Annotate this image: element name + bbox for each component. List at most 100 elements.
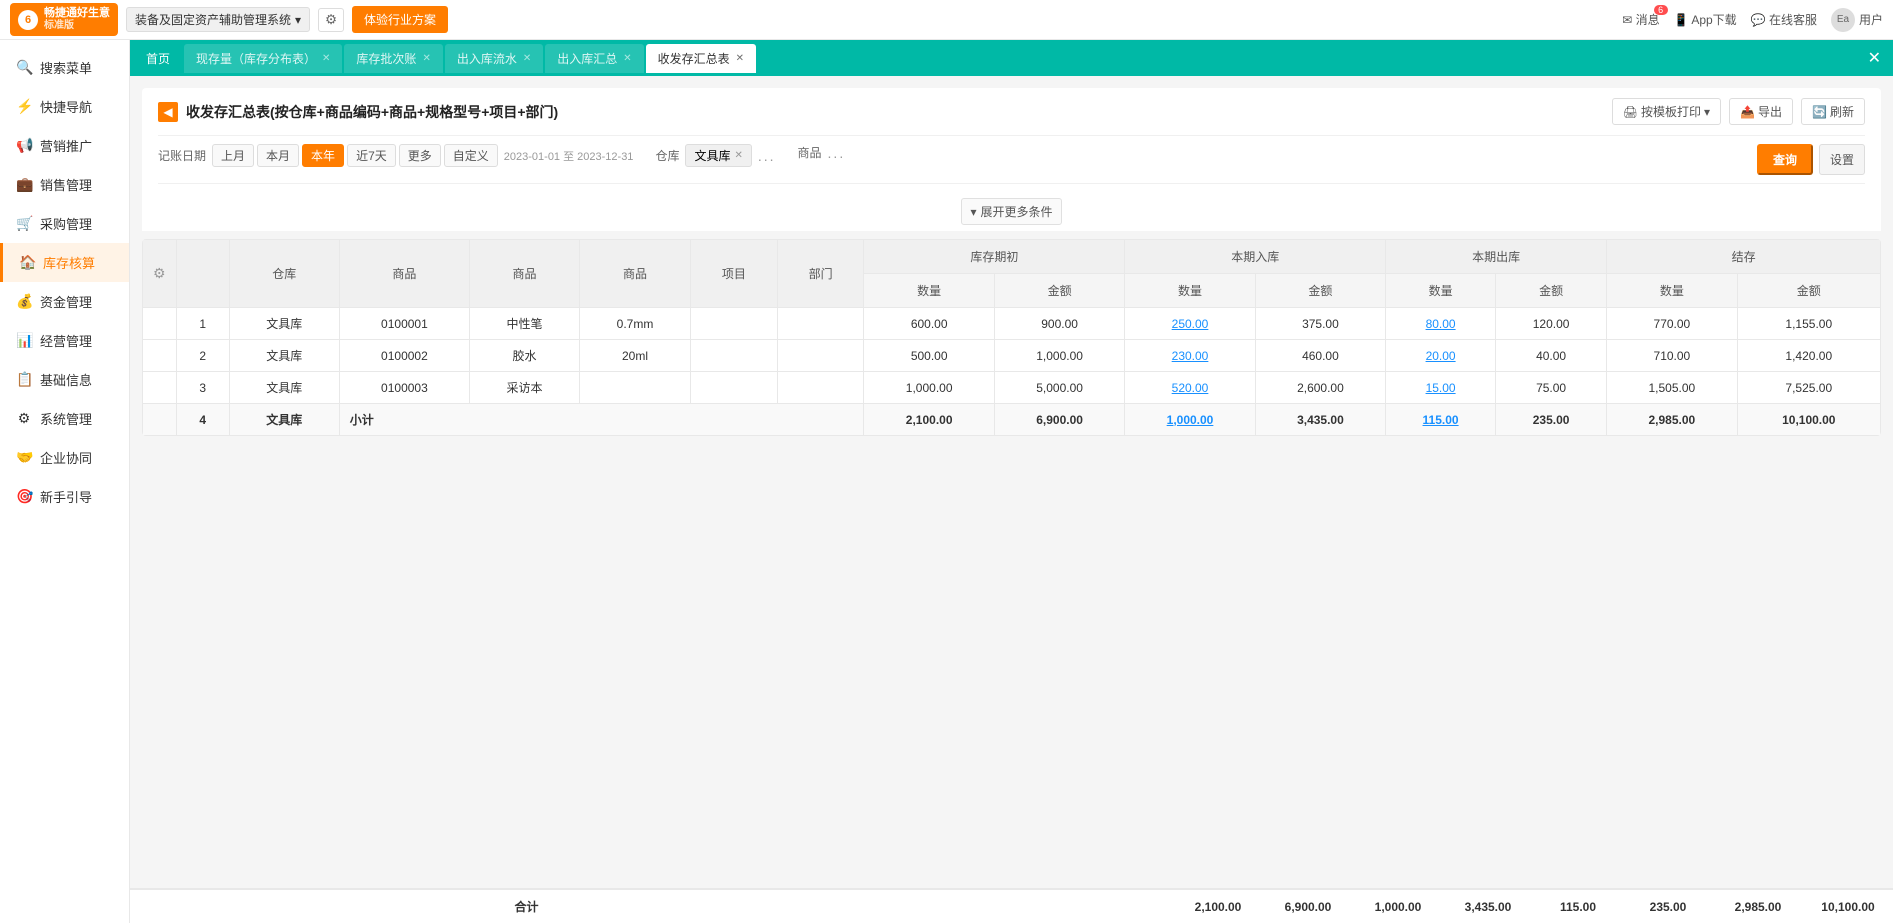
tab-stock-dist-label: 现存量（库存分布表） — [196, 50, 316, 67]
refresh-button[interactable]: 🔄 刷新 — [1801, 98, 1865, 125]
sidebar-item-newbie[interactable]: 🎯 新手引导 — [0, 477, 129, 516]
row-no: 1 — [176, 308, 229, 340]
message-label: 消息 — [1636, 13, 1660, 27]
settings-button[interactable]: ⚙ — [318, 8, 344, 32]
sidebar-item-inventory[interactable]: 🏠 库存核算 — [0, 243, 129, 282]
this-month-btn[interactable]: 本月 — [257, 144, 299, 167]
tab-batch-ledger-close[interactable]: ✕ — [422, 53, 430, 64]
query-button[interactable]: 查询 — [1757, 144, 1813, 175]
th-department: 部门 — [777, 240, 864, 308]
query-actions: 查询 设置 — [1757, 144, 1865, 175]
custom-date-btn[interactable]: 自定义 — [444, 144, 498, 167]
tab-recv-send-summary[interactable]: 收发存汇总表 ✕ — [646, 44, 756, 73]
row-in-qty[interactable]: 230.00 — [1125, 340, 1255, 372]
tab-inout-summary-close[interactable]: ✕ — [623, 53, 631, 64]
row-in-qty[interactable]: 250.00 — [1125, 308, 1255, 340]
row-out-amt: 40.00 — [1496, 340, 1607, 372]
tab-batch-ledger[interactable]: 库存批次账 ✕ — [344, 44, 442, 73]
product-more-btn[interactable]: ... — [828, 145, 846, 161]
row-out-qty[interactable]: 20.00 — [1386, 340, 1496, 372]
th-product-name: 商品 — [470, 240, 580, 308]
system-selector[interactable]: 装备及固定资产辅助管理系统 ▾ — [126, 7, 310, 32]
message-icon: ✉ — [1622, 13, 1632, 27]
row-opening-qty: 600.00 — [864, 308, 994, 340]
row-in-qty[interactable]: 520.00 — [1125, 372, 1255, 404]
column-settings-icon[interactable]: ⚙ — [153, 265, 166, 281]
th-product-code: 商品 — [339, 240, 469, 308]
out-qty-link[interactable]: 80.00 — [1426, 317, 1456, 331]
subtotal-in-qty[interactable]: 1,000.00 — [1125, 404, 1255, 436]
out-qty-link[interactable]: 15.00 — [1426, 381, 1456, 395]
row-out-qty[interactable]: 15.00 — [1386, 372, 1496, 404]
tab-recv-send-label: 收发存汇总表 — [658, 50, 730, 67]
tab-inout-summary[interactable]: 出入库汇总 ✕ — [545, 44, 643, 73]
sidebar-item-marketing[interactable]: 📢 营销推广 — [0, 126, 129, 165]
sidebar-item-label: 快捷导航 — [40, 97, 92, 116]
content-area: 首页 现存量（库存分布表） ✕ 库存批次账 ✕ 出入库流水 ✕ 出入库汇总 ✕ … — [130, 40, 1893, 923]
row-no: 3 — [176, 372, 229, 404]
more-date-btn[interactable]: 更多 — [399, 144, 441, 167]
sidebar-item-enterprise[interactable]: 🤝 企业协同 — [0, 438, 129, 477]
sidebar-item-base-info[interactable]: 📋 基础信息 — [0, 360, 129, 399]
subtotal-warehouse: 文具库 — [229, 404, 339, 436]
sidebar-item-finance[interactable]: 💰 资金管理 — [0, 282, 129, 321]
tab-home[interactable]: 首页 — [134, 44, 182, 73]
tab-stock-dist-close[interactable]: ✕ — [322, 53, 330, 64]
sidebar-item-system[interactable]: ⚙ 系统管理 — [0, 399, 129, 438]
app-download[interactable]: 📱 App下载 — [1674, 11, 1737, 28]
print-template-button[interactable]: 🖨 按模板打印 ▾ — [1612, 98, 1721, 125]
th-closing-amt: 金额 — [1737, 274, 1880, 308]
row-out-qty[interactable]: 80.00 — [1386, 308, 1496, 340]
search-icon: 🔍 — [16, 59, 32, 76]
last-7days-btn[interactable]: 近7天 — [347, 144, 396, 167]
date-range-display: 2023-01-01 至 2023-12-31 — [504, 148, 634, 164]
th-in-group: 本期入库 — [1125, 240, 1386, 274]
table-row: 3 文具库 0100003 采访本 1,000.00 5,000.00 520.… — [143, 372, 1881, 404]
user-area[interactable]: Ea 用户 — [1831, 8, 1883, 32]
settings-button-filter[interactable]: 设置 — [1819, 144, 1865, 175]
date-filter-label: 记账日期 — [158, 147, 206, 164]
experience-button[interactable]: 体验行业方案 — [352, 6, 448, 33]
sidebar-item-search[interactable]: 🔍 搜索菜单 — [0, 48, 129, 87]
last-month-btn[interactable]: 上月 — [212, 144, 254, 167]
th-in-qty: 数量 — [1125, 274, 1255, 308]
row-warehouse: 文具库 — [229, 372, 339, 404]
sidebar-item-label: 基础信息 — [40, 370, 92, 389]
tab-inout-flow[interactable]: 出入库流水 ✕ — [445, 44, 543, 73]
row-settings — [143, 340, 177, 372]
system-title: 装备及固定资产辅助管理系统 — [135, 11, 291, 28]
tab-stock-dist[interactable]: 现存量（库存分布表） ✕ — [184, 44, 342, 73]
in-qty-link[interactable]: 230.00 — [1172, 349, 1209, 363]
tab-inout-flow-close[interactable]: ✕ — [523, 53, 531, 64]
sidebar-item-operations[interactable]: 📊 经营管理 — [0, 321, 129, 360]
row-opening-qty: 1,000.00 — [864, 372, 994, 404]
chevron-icon: ▾ — [295, 13, 301, 27]
warehouse-tag-close[interactable]: ✕ — [734, 150, 742, 161]
subtotal-in-qty-link[interactable]: 1,000.00 — [1167, 413, 1214, 427]
sidebar-item-purchase[interactable]: 🛒 采购管理 — [0, 204, 129, 243]
row-closing-amt: 1,155.00 — [1737, 308, 1880, 340]
subtotal-out-qty-link[interactable]: 115.00 — [1423, 413, 1459, 427]
in-qty-link[interactable]: 250.00 — [1172, 317, 1209, 331]
out-qty-link[interactable]: 20.00 — [1426, 349, 1456, 363]
collapse-button[interactable]: ◀ — [158, 102, 178, 122]
notification-area[interactable]: ✉ 消息 6 — [1622, 11, 1659, 28]
in-qty-link[interactable]: 520.00 — [1172, 381, 1209, 395]
tab-recv-send-close[interactable]: ✕ — [736, 53, 744, 64]
expand-conditions-button[interactable]: ▾ 展开更多条件 — [961, 198, 1061, 225]
online-service[interactable]: 💬 在线客服 — [1751, 11, 1817, 28]
total-in-qty: 1,000.00 — [1353, 900, 1443, 914]
subtotal-out-qty[interactable]: 115.00 — [1386, 404, 1496, 436]
export-label: 导出 — [1758, 103, 1782, 120]
warehouse-more-btn[interactable]: ... — [758, 148, 776, 164]
export-button[interactable]: 📤 导出 — [1729, 98, 1793, 125]
enterprise-icon: 🤝 — [16, 449, 32, 466]
row-product-code: 0100001 — [339, 308, 469, 340]
row-project — [691, 308, 778, 340]
sidebar-item-quick-nav[interactable]: ⚡ 快捷导航 — [0, 87, 129, 126]
tab-bar-close-all[interactable]: ✕ — [1860, 48, 1889, 68]
row-opening-amt: 1,000.00 — [994, 340, 1124, 372]
sidebar-item-sales[interactable]: 💼 销售管理 — [0, 165, 129, 204]
brand-info: 畅捷通好生意 标准版 — [44, 7, 110, 32]
this-year-btn[interactable]: 本年 — [302, 144, 344, 167]
